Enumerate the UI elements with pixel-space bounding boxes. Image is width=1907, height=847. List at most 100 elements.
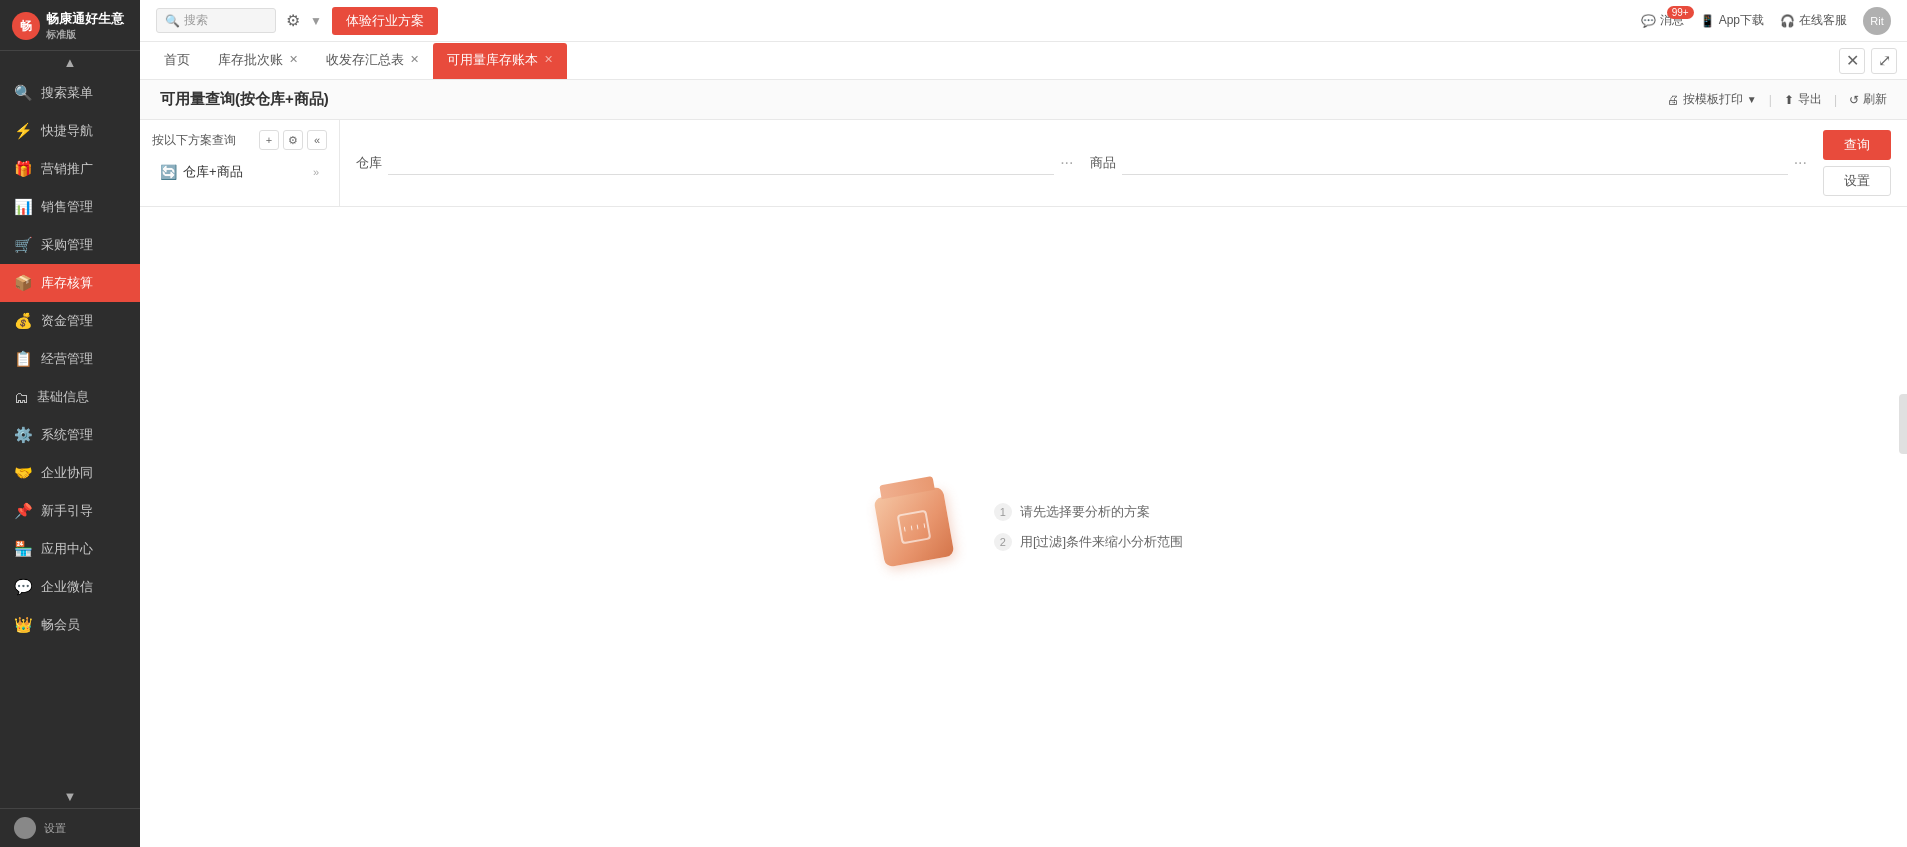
tip-text-2: 用[过滤]条件来缩小分析范围 xyxy=(1020,533,1183,551)
sidebar-item-app-center[interactable]: 🏪 应用中心 xyxy=(0,530,140,568)
print-label: 按模板打印 xyxy=(1683,91,1743,108)
online-service-item[interactable]: 🎧 在线客服 xyxy=(1780,12,1847,29)
tab-receive-close[interactable]: ✕ xyxy=(410,53,419,66)
settings-icon[interactable]: ⚙ xyxy=(286,11,300,30)
warehouse-more-icon[interactable]: ··· xyxy=(1060,154,1073,172)
add-scheme-btn[interactable]: + xyxy=(259,130,279,150)
app-center-icon: 🏪 xyxy=(14,540,33,558)
tab-batch-close[interactable]: ✕ xyxy=(289,53,298,66)
export-icon: ⬆ xyxy=(1784,93,1794,107)
tip-num-1: 1 xyxy=(994,503,1012,521)
separator2: | xyxy=(1834,93,1837,107)
filter-scheme-actions: + ⚙ « xyxy=(259,130,327,150)
topbar-search-box[interactable]: 🔍 搜索 xyxy=(156,8,276,33)
filter-section: 按以下方案查询 + ⚙ « 🔄 仓库+商品 » 仓库 ··· 商品 xyxy=(140,120,1907,207)
user-avatar-small xyxy=(14,817,36,839)
sidebar-scroll-up[interactable]: ▲ xyxy=(0,51,140,74)
tab-home-label: 首页 xyxy=(164,51,190,69)
empty-tips: 1 请先选择要分析的方案 2 用[过滤]条件来缩小分析范围 xyxy=(994,503,1183,551)
sidebar-item-membership[interactable]: 👑 畅会员 xyxy=(0,606,140,644)
brand-icon: 畅 xyxy=(12,12,40,40)
sidebar-nav: 🔍 搜索菜单 ⚡ 快捷导航 🎁 营销推广 📊 销售管理 🛒 采购管理 📦 库存核… xyxy=(0,74,140,785)
sidebar-item-label: 搜索菜单 xyxy=(41,84,93,102)
export-btn[interactable]: ⬆ 导出 xyxy=(1784,91,1822,108)
product-input[interactable] xyxy=(1122,151,1788,175)
app-download-icon: 📱 xyxy=(1700,14,1715,28)
sidebar-scroll-down[interactable]: ▼ xyxy=(0,785,140,808)
tab-available-close[interactable]: ✕ xyxy=(544,53,553,66)
filter-product: 商品 ··· xyxy=(1090,151,1808,175)
empty-illustration xyxy=(864,477,964,577)
topbar-right: 💬 消息 99+ 📱 App下载 🎧 在线客服 Rit xyxy=(1641,7,1891,35)
sidebar-item-operations[interactable]: 📋 经营管理 xyxy=(0,340,140,378)
app-download-item[interactable]: 📱 App下载 xyxy=(1700,12,1764,29)
empty-state: 1 请先选择要分析的方案 2 用[过滤]条件来缩小分析范围 xyxy=(140,207,1907,847)
sidebar-item-finance[interactable]: 💰 资金管理 xyxy=(0,302,140,340)
filter-fields: 仓库 ··· 商品 ··· 查询 设置 xyxy=(340,120,1907,206)
user-avatar[interactable]: Rit xyxy=(1863,7,1891,35)
base-info-icon: 🗂 xyxy=(14,389,29,406)
collapse-scheme-btn[interactable]: « xyxy=(307,130,327,150)
box-illustration xyxy=(873,486,954,567)
warehouse-input[interactable] xyxy=(388,151,1054,175)
filter-warehouse: 仓库 ··· xyxy=(356,151,1074,175)
brand-name: 畅康通好生意 xyxy=(46,10,124,28)
sidebar-item-marketing[interactable]: 🎁 营销推广 xyxy=(0,150,140,188)
quick-nav-icon: ⚡ xyxy=(14,122,33,140)
settings-button[interactable]: 设置 xyxy=(1823,166,1891,196)
main-content: 🔍 搜索 ⚙ ▼ 体验行业方案 💬 消息 99+ 📱 App下载 🎧 在线客服 … xyxy=(140,0,1907,847)
scheme-icon: 🔄 xyxy=(160,164,177,180)
filter-action-buttons: 查询 设置 xyxy=(1823,130,1891,196)
sidebar-item-base-info[interactable]: 🗂 基础信息 xyxy=(0,378,140,416)
sidebar-item-inventory[interactable]: 📦 库存核算 xyxy=(0,264,140,302)
sidebar-item-label: 畅会员 xyxy=(41,616,80,634)
scheme-item-label: 仓库+商品 xyxy=(183,163,243,181)
username-label: Rit xyxy=(1870,15,1883,27)
sidebar-item-label: 采购管理 xyxy=(41,236,93,254)
sidebar-item-enterprise-coop[interactable]: 🤝 企业协同 xyxy=(0,454,140,492)
sidebar-username: 设置 xyxy=(44,821,66,836)
tab-batch-account[interactable]: 库存批次账 ✕ xyxy=(204,43,312,79)
box-face xyxy=(896,510,931,545)
sales-icon: 📊 xyxy=(14,198,33,216)
tab-expand-btn[interactable]: ⤢ xyxy=(1871,48,1897,74)
sidebar-item-label: 基础信息 xyxy=(37,388,89,406)
tab-receive-summary-label: 收发存汇总表 xyxy=(326,51,404,69)
sidebar-item-purchase[interactable]: 🛒 采购管理 xyxy=(0,226,140,264)
sidebar-item-label: 企业微信 xyxy=(41,578,93,596)
sidebar-item-system[interactable]: ⚙️ 系统管理 xyxy=(0,416,140,454)
sidebar-item-enterprise-wechat[interactable]: 💬 企业微信 xyxy=(0,568,140,606)
manage-scheme-btn[interactable]: ⚙ xyxy=(283,130,303,150)
sidebar-item-label: 企业协同 xyxy=(41,464,93,482)
tip-text-1: 请先选择要分析的方案 xyxy=(1020,503,1150,521)
brand: 畅 畅康通好生意 标准版 xyxy=(12,10,128,42)
tab-close-btn[interactable]: ✕ xyxy=(1839,48,1865,74)
message-badge: 99+ xyxy=(1667,6,1694,19)
tab-receive-summary[interactable]: 收发存汇总表 ✕ xyxy=(312,43,433,79)
sidebar: 畅 畅康通好生意 标准版 ▲ 🔍 搜索菜单 ⚡ 快捷导航 🎁 营销推广 📊 销售… xyxy=(0,0,140,847)
sidebar-item-label: 库存核算 xyxy=(41,274,93,292)
export-label: 导出 xyxy=(1798,91,1822,108)
tip-num-2: 2 xyxy=(994,533,1012,551)
refresh-btn[interactable]: ↺ 刷新 xyxy=(1849,91,1887,108)
system-icon: ⚙️ xyxy=(14,426,33,444)
scheme-item-warehouse-product[interactable]: 🔄 仓库+商品 » xyxy=(152,158,327,186)
tabs-bar: 首页 库存批次账 ✕ 收发存汇总表 ✕ 可用量库存账本 ✕ ✕ ⤢ xyxy=(140,42,1907,80)
tab-home[interactable]: 首页 xyxy=(150,43,204,79)
print-btn[interactable]: 🖨 按模板打印 ▼ xyxy=(1667,91,1757,108)
inventory-icon: 📦 xyxy=(14,274,33,292)
sidebar-item-sales[interactable]: 📊 销售管理 xyxy=(0,188,140,226)
product-more-icon[interactable]: ··· xyxy=(1794,154,1807,172)
industry-btn[interactable]: 体验行业方案 xyxy=(332,7,438,35)
purchase-icon: 🛒 xyxy=(14,236,33,254)
sidebar-item-newcomer[interactable]: 📌 新手引导 xyxy=(0,492,140,530)
print-dropdown-icon[interactable]: ▼ xyxy=(1747,94,1757,105)
tab-available-qty[interactable]: 可用量库存账本 ✕ xyxy=(433,43,567,79)
message-item[interactable]: 💬 消息 99+ xyxy=(1641,12,1684,29)
query-button[interactable]: 查询 xyxy=(1823,130,1891,160)
sidebar-item-quick-nav[interactable]: ⚡ 快捷导航 xyxy=(0,112,140,150)
sidebar-item-search[interactable]: 🔍 搜索菜单 xyxy=(0,74,140,112)
box-eyes xyxy=(899,512,929,542)
dropdown-arrow-icon[interactable]: ▼ xyxy=(310,14,322,28)
sidebar-footer[interactable]: 设置 xyxy=(0,808,140,847)
